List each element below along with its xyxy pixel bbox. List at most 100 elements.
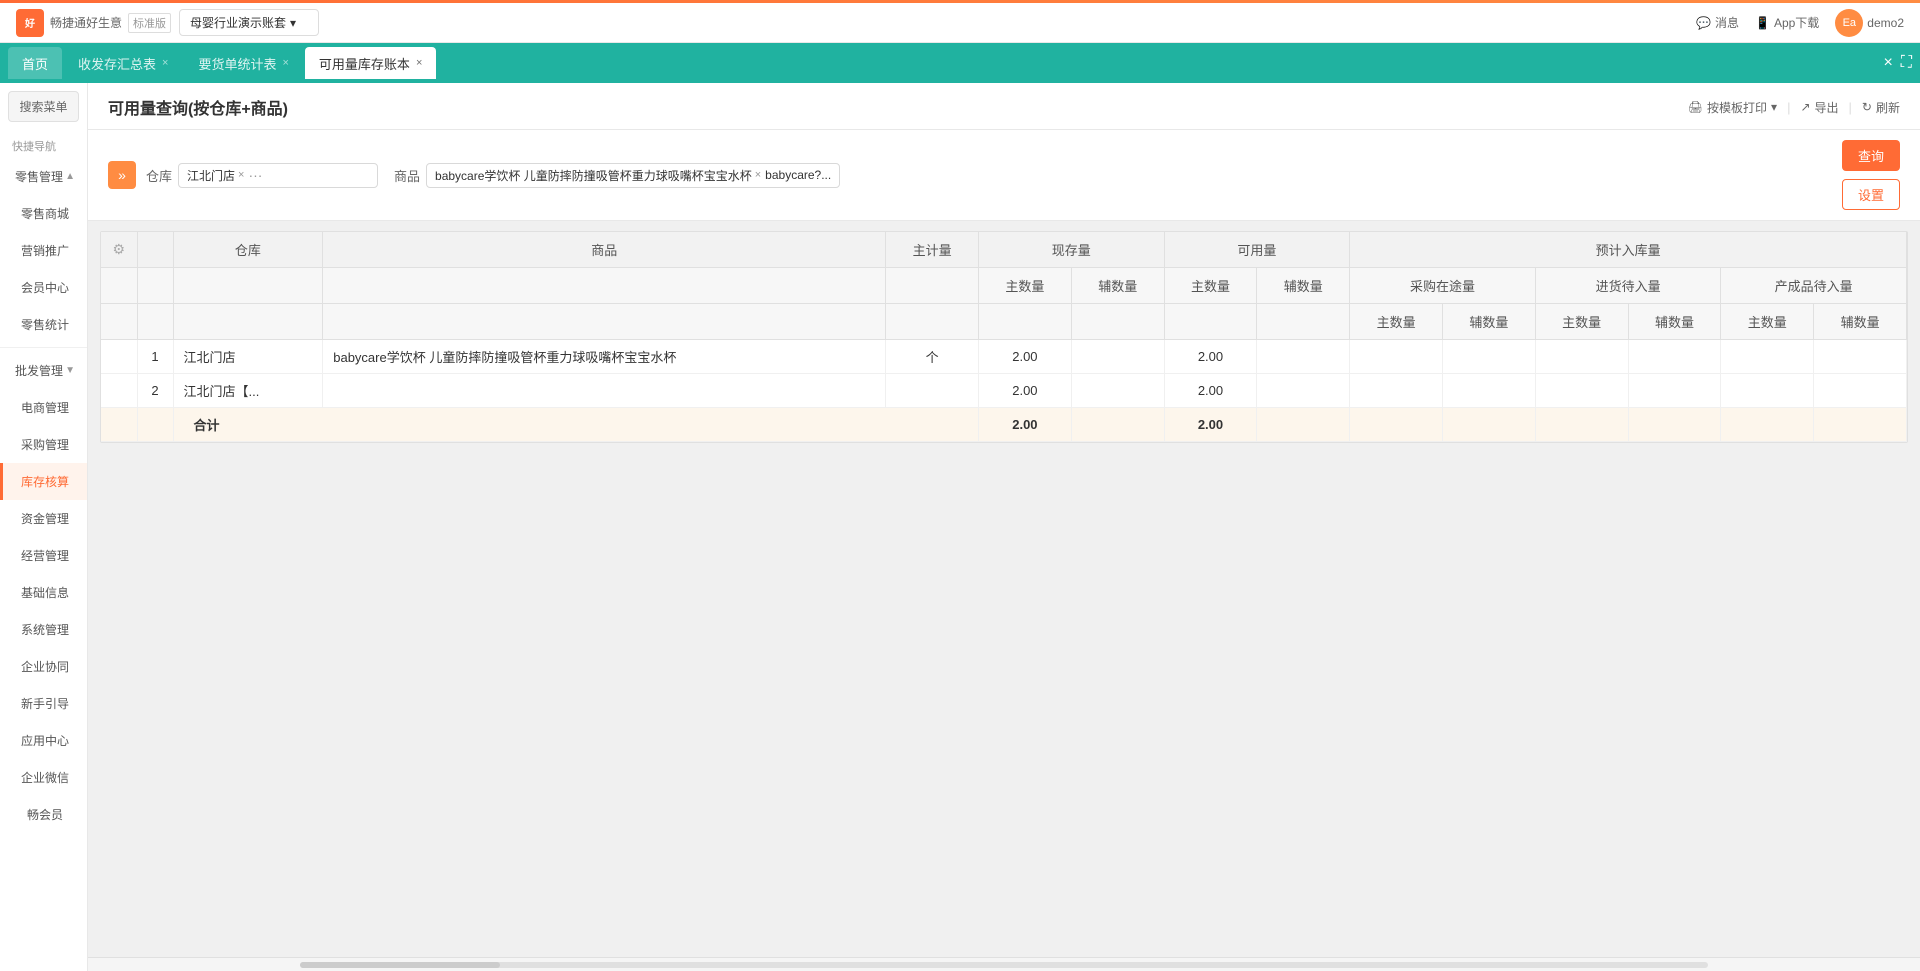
tab-bar: 首页 收发存汇总表 × 要货单统计表 × 可用量库存账本 × × ⛶ [0,43,1920,83]
user-name: demo2 [1867,16,1904,30]
sidebar-item-new-guide[interactable]: 新手引导 [0,685,87,722]
total-avail-main: 2.00 [1164,408,1257,442]
col-settings-subheader [101,268,137,304]
template-print-btn[interactable]: 🖨 按模板打印 ▾ [1688,99,1777,116]
col-incoming-main-header: 主数量 [1535,304,1628,340]
sidebar-item-ecommerce[interactable]: 电商管理 [0,389,87,426]
col-products-aux-header: 辅数量 [1814,304,1907,340]
tab-available-stock-close[interactable]: × [416,57,422,69]
tab-available-stock[interactable]: 可用量库存账本 × [305,47,436,79]
download-icon: 📱 [1755,16,1770,30]
row2-product [323,374,886,408]
row1-products-aux [1814,340,1907,374]
sidebar-item-operations[interactable]: 经营管理 [0,537,87,574]
app-download-btn[interactable]: 📱 App下载 [1755,14,1819,31]
col-product-header: 商品 [323,232,886,268]
col-forecast-header: 预计入库量 [1350,232,1907,268]
warehouse-filter-input[interactable]: 江北门店 × ··· [178,163,378,188]
logo-icon: 好 [16,9,44,37]
row2-products-aux [1814,374,1907,408]
query-btn[interactable]: 查询 [1842,140,1900,171]
sidebar-item-inventory[interactable]: 库存核算 [0,463,87,500]
top-bar-right: 💬 消息 📱 App下载 Ea demo2 [1696,9,1904,37]
filter-actions: 查询 设置 [1842,140,1900,210]
table-container: ⚙ 仓库 商品 主计量 现存量 可用量 预计入库量 [100,231,1908,443]
tab-receivable-close[interactable]: × [162,57,168,69]
export-btn[interactable]: ↗ 导出 [1800,99,1838,116]
row2-incoming-main [1535,374,1628,408]
user-area[interactable]: Ea demo2 [1835,9,1904,37]
tab-order-stats-close[interactable]: × [282,57,288,69]
row1-products-main [1721,340,1814,374]
filter-row: 仓库 江北门店 × ··· 商品 babycare学饮杯 儿童防摔防撞吸管杯重力… [146,163,1832,188]
sidebar-item-member-center[interactable]: 会员中心 [0,269,87,306]
col-warehouse-subheader [173,268,323,304]
table-settings-icon[interactable]: ⚙ [112,241,125,257]
org-selector[interactable]: 母婴行业演示账套 ▾ [179,9,319,36]
row1-avail-main: 2.00 [1164,340,1257,374]
col-product-subheader2 [323,304,886,340]
window-expand-icon[interactable]: ⛶ [1901,54,1912,72]
warehouse-filter-label: 仓库 [146,166,172,185]
sidebar-item-retail-mgmt[interactable]: 零售管理 ▲ [0,158,87,195]
row1-settings [101,340,137,374]
col-incoming-aux-header: 辅数量 [1628,304,1721,340]
filter-toggle-btn[interactable]: » [108,161,136,189]
refresh-icon: ↻ [1862,100,1872,114]
scrollbar-thumb[interactable] [300,962,500,968]
logo-text: 畅捷通好生意 [50,14,122,31]
total-products-main [1721,408,1814,442]
total-incoming-aux [1628,408,1721,442]
sidebar-item-retail-stats[interactable]: 零售统计 [0,306,87,343]
sidebar-wholesale-mgmt-label: 批发管理 [15,362,63,379]
table-row: 2 江北门店【... 2.00 2.00 [101,374,1907,408]
avatar-text: Ea [1843,17,1856,29]
col-current-stock-header: 现存量 [979,232,1165,268]
logo-area: 好 畅捷通好生意 标准版 [16,9,171,37]
product-tag-2-value: babycare?... [765,168,831,182]
col-current-main-header: 主数量 [979,268,1072,304]
sidebar-item-enterprise-wechat[interactable]: 企业微信 [0,759,87,796]
product-tag-2: babycare?... [765,168,831,182]
tab-home[interactable]: 首页 [8,47,62,79]
row2-purchase-transit-aux [1442,374,1535,408]
page-header: 可用量查询(按仓库+商品) 🖨 按模板打印 ▾ | ↗ 导出 | ↻ 刷新 [88,83,1920,130]
top-bar-left: 好 畅捷通好生意 标准版 母婴行业演示账套 ▾ [16,9,319,37]
sidebar-item-basic-info[interactable]: 基础信息 [0,574,87,611]
tab-order-stats-label: 要货单统计表 [198,54,276,73]
tab-receivable-label: 收发存汇总表 [78,54,156,73]
refresh-btn[interactable]: ↻ 刷新 [1862,99,1900,116]
settings-btn[interactable]: 设置 [1842,179,1900,210]
sidebar-search-btn[interactable]: 搜索菜单 [8,91,79,122]
message-btn[interactable]: 💬 消息 [1696,14,1739,31]
window-close-icon[interactable]: × [1883,54,1892,72]
col-avail-main-header: 主数量 [1164,268,1257,304]
sidebar-item-wholesale-mgmt[interactable]: 批发管理 ▼ [0,352,87,389]
sidebar-item-marketing[interactable]: 营销推广 [0,232,87,269]
scrollbar-track[interactable] [300,962,1708,968]
export-label: 导出 [1815,99,1839,116]
col-available-header: 可用量 [1164,232,1350,268]
tab-order-stats[interactable]: 要货单统计表 × [184,47,302,79]
row2-current-main: 2.00 [979,374,1072,408]
tab-receivable[interactable]: 收发存汇总表 × [64,47,182,79]
sidebar-item-purchase-mgmt[interactable]: 采购管理 [0,426,87,463]
sidebar-item-enterprise-collab[interactable]: 企业协同 [0,648,87,685]
sidebar-item-system-mgmt[interactable]: 系统管理 [0,611,87,648]
message-label: 消息 [1715,14,1739,31]
product-filter-input[interactable]: babycare学饮杯 儿童防摔防撞吸管杯重力球吸嘴杯宝宝水杯 × babyca… [426,163,840,188]
sidebar-item-app-center[interactable]: 应用中心 [0,722,87,759]
sidebar-retail-store-label: 零售商城 [21,207,69,221]
row2-products-main [1721,374,1814,408]
action-divider-2: | [1849,100,1852,115]
col-incoming-header: 进货待入量 [1535,268,1721,304]
col-index-header [137,232,173,268]
export-icon: ↗ [1800,100,1810,114]
sidebar-item-retail-store[interactable]: 零售商城 [0,195,87,232]
total-row: 合计 2.00 2.00 [101,408,1907,442]
warehouse-tag-close[interactable]: × [238,169,244,181]
sidebar-item-vip-member[interactable]: 畅会员 [0,796,87,833]
sidebar-item-finance[interactable]: 资金管理 [0,500,87,537]
warehouse-more-icon[interactable]: ··· [248,167,262,183]
product-tag-1-close[interactable]: × [755,169,761,181]
